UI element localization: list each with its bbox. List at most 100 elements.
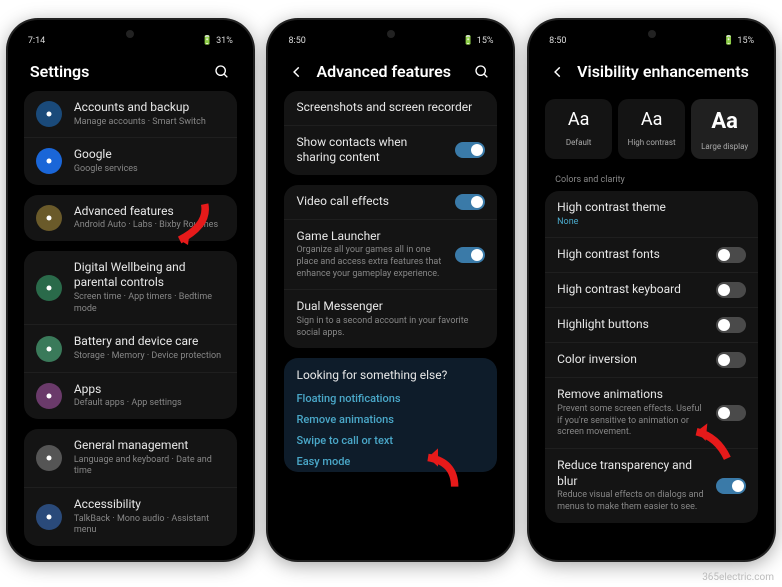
settings-row[interactable]: General managementLanguage and keyboard … bbox=[24, 429, 237, 487]
toggle-switch[interactable] bbox=[716, 247, 746, 263]
row-text: General managementLanguage and keyboard … bbox=[74, 438, 225, 478]
row-title: Dual Messenger bbox=[296, 299, 485, 315]
row-subtitle: Language and keyboard · Date and time bbox=[74, 455, 225, 478]
row-title: Apps bbox=[74, 382, 225, 398]
mode-label: Large display bbox=[693, 142, 756, 151]
display-mode-cards: Aa Default Aa High contrast Aa Large display bbox=[541, 91, 762, 171]
row-title: High contrast fonts bbox=[557, 247, 704, 263]
mode-sample: Aa bbox=[620, 109, 683, 130]
phone-advanced-features: 8:50 🔋 15% Advanced features Screenshots… bbox=[268, 20, 513, 560]
row-icon bbox=[36, 101, 62, 127]
row-text: Color inversion bbox=[557, 352, 704, 368]
row-text: Battery and device careStorage · Memory … bbox=[74, 334, 225, 362]
toggle-switch[interactable] bbox=[455, 142, 485, 158]
row-text: Video call effects bbox=[296, 194, 443, 210]
feature-row[interactable]: Video call effects bbox=[284, 185, 497, 219]
header: Advanced features bbox=[274, 52, 507, 91]
row-title: Accessibility bbox=[74, 497, 225, 513]
toggle-switch[interactable] bbox=[716, 282, 746, 298]
looking-link[interactable]: Remove animations bbox=[284, 409, 497, 430]
mode-label: High contrast bbox=[620, 138, 683, 147]
row-subtitle: Reduce visual effects on dialogs and men… bbox=[557, 490, 704, 513]
row-title: Battery and device care bbox=[74, 334, 225, 350]
toggle-switch[interactable] bbox=[716, 405, 746, 421]
settings-row[interactable]: Advanced featuresAndroid Auto · Labs · B… bbox=[24, 195, 237, 241]
settings-section: Digital Wellbeing and parental controlsS… bbox=[24, 251, 237, 419]
row-subtitle: Prevent some screen effects. Useful if y… bbox=[557, 404, 704, 439]
visibility-row[interactable]: High contrast fonts bbox=[545, 237, 758, 272]
row-icon bbox=[36, 205, 62, 231]
row-subtitle: None bbox=[557, 217, 746, 229]
screen: 7:14 🔋 31% Settings Accounts and backupM… bbox=[14, 26, 247, 554]
visibility-row[interactable]: High contrast themeNone bbox=[545, 191, 758, 237]
visibility-row[interactable]: High contrast keyboard bbox=[545, 272, 758, 307]
row-icon bbox=[36, 383, 62, 409]
settings-section: Accounts and backupManage accounts · Sma… bbox=[24, 91, 237, 185]
camera-notch bbox=[126, 30, 134, 38]
row-subtitle: Default apps · App settings bbox=[74, 398, 225, 410]
feature-row[interactable]: Dual MessengerSign in to a second accoun… bbox=[284, 289, 497, 348]
mode-card[interactable]: Aa High contrast bbox=[618, 99, 685, 159]
phone-settings: 7:14 🔋 31% Settings Accounts and backupM… bbox=[8, 20, 253, 560]
row-icon bbox=[36, 148, 62, 174]
looking-link[interactable]: Swipe to call or text bbox=[284, 430, 497, 451]
visibility-row[interactable]: Remove animationsPrevent some screen eff… bbox=[545, 377, 758, 448]
row-subtitle: TalkBack · Mono audio · Assistant menu bbox=[74, 514, 225, 537]
row-title: Digital Wellbeing and parental controls bbox=[74, 260, 225, 291]
row-text: GoogleGoogle services bbox=[74, 147, 225, 175]
row-subtitle: Android Auto · Labs · Bixby Routines bbox=[74, 220, 225, 232]
settings-list: Accounts and backupManage accounts · Sma… bbox=[14, 91, 247, 554]
looking-link[interactable]: Floating notifications bbox=[284, 388, 497, 409]
row-text: Remove animationsPrevent some screen eff… bbox=[557, 387, 704, 439]
back-icon[interactable] bbox=[551, 64, 567, 80]
settings-row[interactable]: Digital Wellbeing and parental controlsS… bbox=[24, 251, 237, 325]
looking-link[interactable]: Easy mode bbox=[284, 451, 497, 472]
settings-row[interactable]: GoogleGoogle services bbox=[24, 137, 237, 184]
row-subtitle: Organize all your games all in one place… bbox=[296, 245, 443, 280]
back-icon[interactable] bbox=[290, 64, 306, 80]
status-right: 🔋 31% bbox=[202, 36, 233, 46]
row-title: High contrast theme bbox=[557, 200, 746, 216]
toggle-switch[interactable] bbox=[716, 478, 746, 494]
feature-row[interactable]: Screenshots and screen recorder bbox=[284, 91, 497, 125]
row-text: Advanced featuresAndroid Auto · Labs · B… bbox=[74, 204, 225, 232]
visibility-row[interactable]: Highlight buttons bbox=[545, 307, 758, 342]
status-right: 🔋 15% bbox=[463, 36, 494, 46]
settings-section: General managementLanguage and keyboard … bbox=[24, 429, 237, 546]
visibility-row[interactable]: Color inversion bbox=[545, 342, 758, 377]
page-title: Visibility enhancements bbox=[577, 62, 752, 81]
mode-card[interactable]: Aa Large display bbox=[691, 99, 758, 159]
toggle-switch[interactable] bbox=[455, 247, 485, 263]
settings-row[interactable]: AppsDefault apps · App settings bbox=[24, 372, 237, 419]
row-text: Dual MessengerSign in to a second accoun… bbox=[296, 299, 485, 339]
visibility-row[interactable]: Reduce transparency and blurReduce visua… bbox=[545, 448, 758, 523]
row-title: Game Launcher bbox=[296, 229, 443, 245]
mode-sample: Aa bbox=[547, 109, 610, 130]
features-list: Screenshots and screen recorder Show cont… bbox=[274, 91, 507, 554]
row-text: High contrast fonts bbox=[557, 247, 704, 263]
settings-row[interactable]: AccessibilityTalkBack · Mono audio · Ass… bbox=[24, 487, 237, 546]
row-icon bbox=[36, 504, 62, 530]
header: Visibility enhancements bbox=[535, 52, 768, 91]
search-icon[interactable] bbox=[213, 63, 231, 81]
settings-row[interactable]: Battery and device careStorage · Memory … bbox=[24, 324, 237, 371]
row-subtitle: Manage accounts · Smart Switch bbox=[74, 117, 225, 129]
toggle-switch[interactable] bbox=[716, 317, 746, 333]
mode-sample: Aa bbox=[693, 109, 756, 134]
visibility-list: Aa Default Aa High contrast Aa Large display C… bbox=[535, 91, 768, 554]
row-text: Reduce transparency and blurReduce visua… bbox=[557, 458, 704, 514]
row-icon bbox=[36, 275, 62, 301]
mode-label: Default bbox=[547, 138, 610, 147]
row-text: Show contacts when sharing content bbox=[296, 135, 443, 166]
search-icon[interactable] bbox=[473, 63, 491, 81]
toggle-switch[interactable] bbox=[716, 352, 746, 368]
row-title: Accounts and backup bbox=[74, 100, 225, 116]
mode-card[interactable]: Aa Default bbox=[545, 99, 612, 159]
settings-row[interactable]: Accounts and backupManage accounts · Sma… bbox=[24, 91, 237, 137]
feature-row[interactable]: Show contacts when sharing content bbox=[284, 125, 497, 175]
row-subtitle: Sign in to a second account in your favo… bbox=[296, 316, 485, 339]
row-title: Reduce transparency and blur bbox=[557, 458, 704, 489]
toggle-switch[interactable] bbox=[455, 194, 485, 210]
screen: 8:50 🔋 15% Visibility enhancements AaDef… bbox=[535, 26, 768, 554]
feature-row[interactable]: Game LauncherOrganize all your games all… bbox=[284, 219, 497, 290]
